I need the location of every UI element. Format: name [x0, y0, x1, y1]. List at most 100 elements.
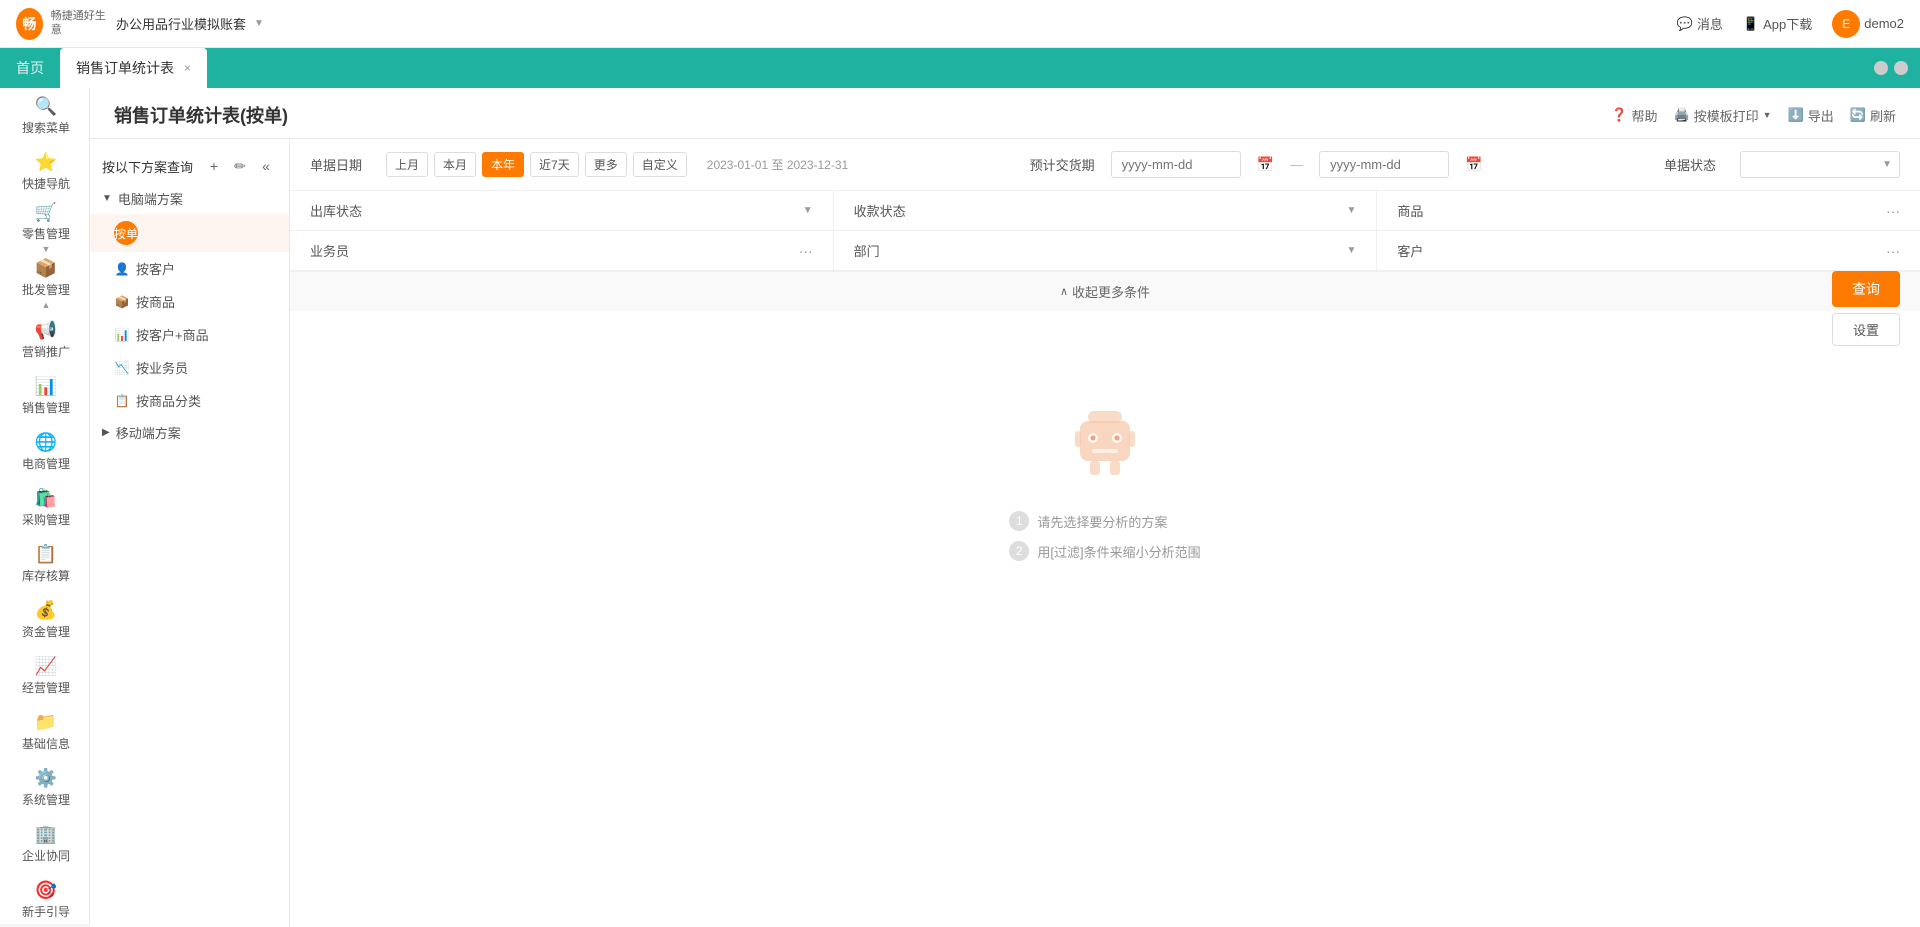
cart-icon: 🛒	[35, 202, 57, 223]
minimize-button[interactable]	[1874, 61, 1888, 75]
message-button[interactable]: 💬 消息	[1677, 14, 1723, 33]
scheme-item-by-order[interactable]: 按单	[90, 214, 289, 252]
scheme-item-by-category[interactable]: 📋 按商品分类	[90, 384, 289, 417]
user-menu[interactable]: E demo2	[1832, 10, 1904, 38]
help-icon: ❓	[1611, 107, 1627, 123]
page-header: 销售订单统计表(按单) ❓ 帮助 🖨️ 按模板打印 ▼ ⬇️ 导出 🔄 刷新	[90, 88, 1920, 139]
sidebar-item-sales[interactable]: 📊 销售管理	[0, 368, 89, 424]
help-button[interactable]: ❓ 帮助	[1611, 106, 1657, 125]
expected-date-end[interactable]	[1319, 151, 1449, 178]
salesperson-more-icon[interactable]: ···	[799, 243, 813, 259]
payment-select[interactable]	[916, 203, 1347, 218]
sidebar-item-basic[interactable]: 📁 基础信息	[0, 704, 89, 760]
sidebar-item-search[interactable]: 🔍 搜索菜单	[0, 88, 89, 144]
chevron-down-icon: ▼	[254, 18, 264, 29]
dept-filter-cell: 部门 ▼	[834, 231, 1378, 270]
content-area: 按以下方案查询 + ✏ « ▼ 电脑端方案 按单 👤 按客户 📦	[90, 139, 1920, 927]
collapse-filters-button[interactable]: ∧ 收起更多条件	[290, 271, 1920, 311]
product-scheme-icon: 📦	[114, 294, 130, 310]
sidebar-item-system[interactable]: ⚙️ 系统管理	[0, 760, 89, 816]
status-label: 单据状态	[1664, 155, 1724, 174]
date-btn-more[interactable]: 更多	[585, 152, 627, 177]
empty-step-1: 1 请先选择要分析的方案	[1009, 511, 1200, 531]
sidebar-item-newbie[interactable]: 🎯 新手引导	[0, 872, 89, 924]
sidebar-item-ecommerce[interactable]: 🌐 电商管理	[0, 424, 89, 480]
sidebar-item-operation[interactable]: 📈 经营管理	[0, 648, 89, 704]
calendar-end-icon[interactable]: 📅	[1465, 156, 1482, 173]
sidebar-label-marketing: 营销推广	[22, 343, 70, 360]
step-1-number: 1	[1009, 511, 1029, 531]
customer-more-icon[interactable]: ···	[1886, 243, 1900, 259]
sidebar-item-marketing[interactable]: 📢 营销推广	[0, 312, 89, 368]
date-btn-this-month[interactable]: 本月	[434, 152, 476, 177]
logo-icon: 畅	[16, 8, 43, 40]
tab-close-icon[interactable]: ×	[184, 61, 191, 75]
sidebar-item-finance[interactable]: 💰 资金管理	[0, 592, 89, 648]
window-controls	[1874, 61, 1920, 75]
expected-date-start[interactable]	[1111, 151, 1241, 178]
calendar-start-icon[interactable]: 📅	[1257, 156, 1274, 173]
date-filter-label: 单据日期	[310, 155, 370, 174]
cust-prod-scheme-icon: 📊	[114, 327, 130, 343]
message-icon: 💬	[1677, 16, 1693, 32]
salesperson-label: 业务员	[310, 241, 360, 260]
goods-more-icon[interactable]: ···	[1886, 203, 1900, 219]
print-icon: 🖨️	[1673, 107, 1689, 123]
customer-scheme-icon: 👤	[114, 261, 130, 277]
export-button[interactable]: ⬇️ 导出	[1788, 106, 1834, 125]
edit-scheme-button[interactable]: ✏	[229, 155, 251, 177]
box-icon: 📦	[35, 258, 57, 279]
status-select[interactable]	[1740, 151, 1900, 178]
filter-section-row2: 出库状态 ▼ 收款状态 ▼	[290, 191, 1920, 231]
goods-input[interactable]	[1457, 203, 1886, 218]
refresh-button[interactable]: 🔄 刷新	[1850, 106, 1896, 125]
step-2-number: 2	[1009, 541, 1029, 561]
customer-input[interactable]	[1457, 243, 1886, 258]
sidebar-item-purchase[interactable]: 🛍️ 采购管理	[0, 480, 89, 536]
dept-chevron-icon: ▼	[1346, 245, 1356, 256]
maximize-button[interactable]	[1894, 61, 1908, 75]
collapse-up-icon: ∧	[1060, 285, 1068, 298]
scheme-group-mobile[interactable]: ▶ 移动端方案	[90, 417, 289, 448]
search-icon: 🔍	[35, 96, 57, 117]
scheme-item-by-customer[interactable]: 👤 按客户	[90, 252, 289, 285]
sidebar-item-wholesale[interactable]: 📦 批发管理 ▲	[0, 256, 89, 312]
star-icon: ⭐	[35, 152, 57, 173]
date-quick-buttons: 上月 本月 本年 近7天 更多 自定义	[386, 152, 687, 177]
sidebar-label-search: 搜索菜单	[22, 119, 70, 136]
expected-date-label: 预计交货期	[1030, 155, 1095, 174]
sidebar-item-inventory[interactable]: 📋 库存核算	[0, 536, 89, 592]
dept-select[interactable]	[914, 243, 1347, 258]
system-icon: ⚙️	[35, 768, 57, 789]
scheme-item-by-cust-prod[interactable]: 📊 按客户+商品	[90, 318, 289, 351]
scheme-item-by-salesperson[interactable]: 📉 按业务员	[90, 351, 289, 384]
print-button[interactable]: 🖨️ 按模板打印 ▼	[1673, 106, 1771, 125]
scheme-item-by-product[interactable]: 📦 按商品	[90, 285, 289, 318]
empty-step-2: 2 用[过滤]条件来缩小分析范围	[1009, 541, 1200, 561]
date-btn-7days[interactable]: 近7天	[530, 152, 579, 177]
basic-icon: 📁	[35, 712, 57, 733]
sidebar: 🔍 搜索菜单 ⭐ 快捷导航 🛒 零售管理 ▼ 📦 批发管理 ▲ 📢 营销推广 📊…	[0, 88, 90, 924]
query-button[interactable]: 查询	[1832, 271, 1900, 307]
sidebar-label-wholesale: 批发管理	[22, 281, 70, 298]
top-bar: 畅 畅捷通好生意 办公用品行业模拟账套 ▼ 💬 消息 📱 App下载 E dem…	[0, 0, 1920, 48]
sidebar-item-quick[interactable]: ⭐ 快捷导航	[0, 144, 89, 200]
goods-filter-cell: 商品 ···	[1377, 191, 1920, 230]
industry-selector[interactable]: 办公用品行业模拟账套 ▼	[116, 14, 1677, 33]
date-btn-custom[interactable]: 自定义	[633, 152, 687, 177]
collapse-scheme-button[interactable]: «	[255, 155, 277, 177]
sidebar-item-retail[interactable]: 🛒 零售管理 ▼	[0, 200, 89, 256]
chevron-icon2: ▲	[42, 300, 51, 310]
add-scheme-button[interactable]: +	[203, 155, 225, 177]
tab-sales-stats[interactable]: 销售订单统计表 ×	[60, 48, 207, 88]
settings-button[interactable]: 设置	[1832, 313, 1900, 346]
scheme-group-pc[interactable]: ▼ 电脑端方案	[90, 183, 289, 214]
date-btn-this-year[interactable]: 本年	[482, 152, 524, 177]
avatar: E	[1832, 10, 1860, 38]
app-download-button[interactable]: 📱 App下载	[1743, 14, 1812, 33]
tab-home[interactable]: 首页	[0, 48, 60, 88]
outbound-select[interactable]	[372, 203, 803, 218]
salesperson-input[interactable]	[370, 243, 799, 258]
date-btn-last-month[interactable]: 上月	[386, 152, 428, 177]
sidebar-item-enterprise[interactable]: 🏢 企业协同	[0, 816, 89, 872]
